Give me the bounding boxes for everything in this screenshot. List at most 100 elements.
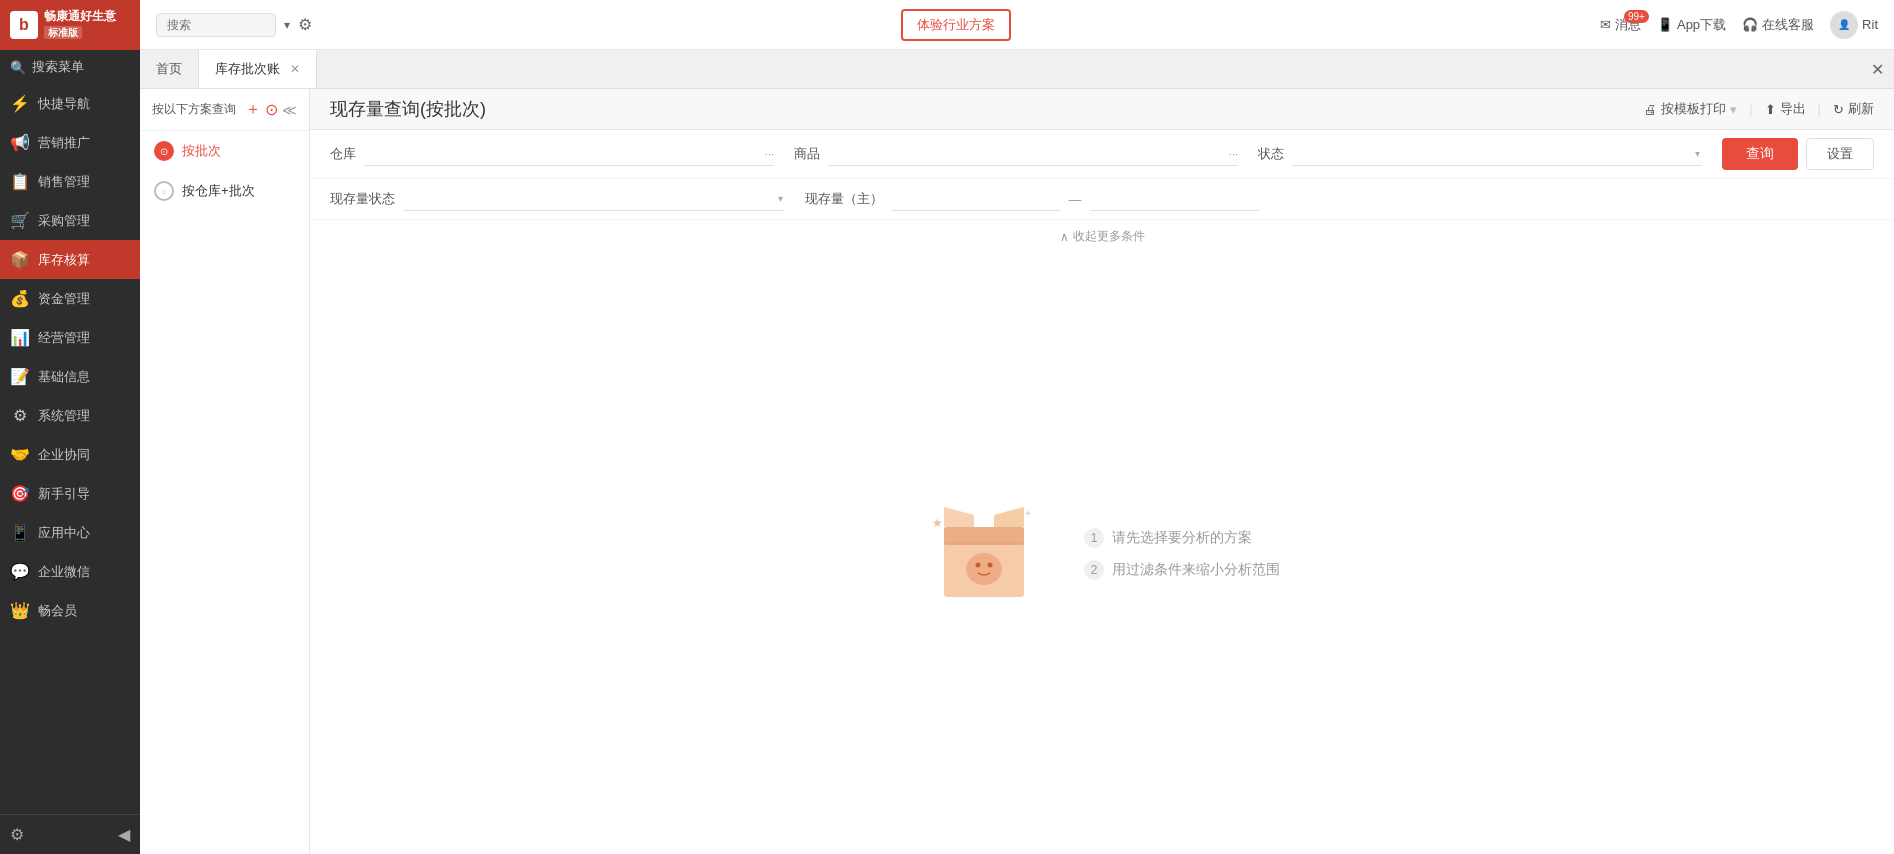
topbar-right: ✉ 消息 99+ 📱 App下载 🎧 在线客服 👤 Rit <box>1600 11 1878 39</box>
sidebar-item-basic-info[interactable]: 📝 基础信息 <box>0 357 140 396</box>
sidebar-item-sales[interactable]: 📋 销售管理 <box>0 162 140 201</box>
product-more[interactable]: ··· <box>1223 148 1238 160</box>
sidebar-search-item[interactable]: 🔍 搜索菜单 <box>0 50 140 84</box>
app-download-label: App下载 <box>1677 16 1726 34</box>
customer-service-label: 在线客服 <box>1762 16 1814 34</box>
sidebar-item-enterprise-collab[interactable]: 🤝 企业协同 <box>0 435 140 474</box>
print-dropdown-icon: ▾ <box>1730 102 1737 117</box>
members-icon: 👑 <box>10 601 30 620</box>
scheme-item-by-batch[interactable]: ⊙ 按批次 <box>140 131 309 171</box>
main-close-icon[interactable]: ✕ <box>1871 60 1884 79</box>
sidebar-item-system[interactable]: ⚙ 系统管理 <box>0 396 140 435</box>
warehouse-dropdown[interactable]: ··· <box>364 142 774 166</box>
sidebar-item-label: 采购管理 <box>38 212 90 230</box>
customer-service-item[interactable]: 🎧 在线客服 <box>1742 16 1814 34</box>
sidebar-item-label: 经营管理 <box>38 329 90 347</box>
left-panel-actions: ＋ ⊙ ≪ <box>245 99 297 120</box>
sidebar-item-label: 应用中心 <box>38 524 90 542</box>
sidebar-scroll: 🔍 搜索菜单 ⚡ 快捷导航 📢 营销推广 📋 销售管理 🛒 采购管理 📦 库存核… <box>0 50 140 814</box>
scheme-item-by-warehouse-batch[interactable]: ○ 按仓库+批次 <box>140 171 309 211</box>
sidebar-item-operations[interactable]: 📊 经营管理 <box>0 318 140 357</box>
empty-state-step-1: 1 请先选择要分析的方案 <box>1084 528 1252 548</box>
collapse-panel-btn[interactable]: ≪ <box>282 102 297 118</box>
product-dropdown[interactable]: ··· <box>828 142 1238 166</box>
marketing-icon: 📢 <box>10 133 30 152</box>
tab-home[interactable]: 首页 <box>140 50 199 88</box>
query-btn[interactable]: 查询 <box>1722 138 1798 170</box>
export-btn[interactable]: ⬆ 导出 <box>1765 100 1806 118</box>
divider: | <box>1749 102 1752 117</box>
warehouse-input[interactable] <box>364 142 759 165</box>
experience-btn[interactable]: 体验行业方案 <box>901 9 1011 41</box>
step1-text: 请先选择要分析的方案 <box>1112 529 1252 547</box>
enterprise-collab-icon: 🤝 <box>10 445 30 464</box>
step-number-2: 2 <box>1084 560 1104 580</box>
add-scheme-btn[interactable]: ＋ <box>245 99 261 120</box>
stock-status-select[interactable]: 全部 有库存 无库存 <box>403 187 785 210</box>
box-svg: ★ ✦ ✦ <box>924 497 1044 607</box>
tab-batch-stock[interactable]: 库存批次账 ✕ <box>199 50 317 88</box>
content-area: 按以下方案查询 ＋ ⊙ ≪ ⊙ 按批次 ○ 按仓库+批次 现存量查询(按批次) <box>140 89 1894 854</box>
sidebar-item-label: 库存核算 <box>38 251 90 269</box>
filter-row-2: 现存量状态 全部 有库存 无库存 ▾ 现存量（主） <box>310 179 1894 220</box>
user-avatar-item[interactable]: 👤 Rit <box>1830 11 1878 39</box>
sidebar-item-beginner[interactable]: 🎯 新手引导 <box>0 474 140 513</box>
settings-btn[interactable]: 设置 <box>1806 138 1874 170</box>
quick-nav-icon: ⚡ <box>10 94 30 113</box>
collapse-icon: ∧ <box>1060 230 1069 244</box>
sidebar-item-label: 销售管理 <box>38 173 90 191</box>
status-label: 状态 <box>1258 145 1292 163</box>
stock-status-dropdown[interactable]: 全部 有库存 无库存 ▾ <box>403 187 785 211</box>
tab-close-icon[interactable]: ✕ <box>290 62 300 76</box>
export-icon: ⬆ <box>1765 102 1776 117</box>
sidebar-item-members[interactable]: 👑 畅会员 <box>0 591 140 630</box>
sidebar-item-label: 系统管理 <box>38 407 90 425</box>
app-center-icon: 📱 <box>10 523 30 542</box>
phone-icon: 📱 <box>1657 17 1673 32</box>
collapse-more-btn[interactable]: ∧ 收起更多条件 <box>310 220 1894 253</box>
beginner-icon: 🎯 <box>10 484 30 503</box>
topbar-search-input[interactable] <box>156 13 276 37</box>
sidebar-item-purchase[interactable]: 🛒 采购管理 <box>0 201 140 240</box>
sales-icon: 📋 <box>10 172 30 191</box>
topbar-dropdown-btn[interactable]: ▾ <box>284 18 290 32</box>
empty-state-wrapper: ★ ✦ ✦ 1 请先选择要分析的方案 2 用过滤条件来缩小分析 <box>924 497 1280 610</box>
svg-point-4 <box>988 563 993 568</box>
sidebar-item-label: 新手引导 <box>38 485 90 503</box>
scheme-settings-btn[interactable]: ⊙ <box>265 100 278 119</box>
warehouse-more[interactable]: ··· <box>759 148 774 160</box>
sidebar-item-inventory[interactable]: 📦 库存核算 <box>0 240 140 279</box>
empty-state-content: 1 请先选择要分析的方案 2 用过滤条件来缩小分析范围 <box>1084 528 1280 580</box>
sidebar-item-app-center[interactable]: 📱 应用中心 <box>0 513 140 552</box>
sidebar-item-quick-nav[interactable]: ⚡ 快捷导航 <box>0 84 140 123</box>
sidebar-item-marketing[interactable]: 📢 营销推广 <box>0 123 140 162</box>
status-dropdown[interactable]: 全部 ▾ <box>1292 142 1702 166</box>
status-select[interactable]: 全部 <box>1292 142 1702 165</box>
stock-status-label: 现存量状态 <box>330 190 403 208</box>
sidebar-item-enterprise-wechat[interactable]: 💬 企业微信 <box>0 552 140 591</box>
collapse-sidebar-icon[interactable]: ◀ <box>118 825 130 844</box>
empty-illustration: ★ ✦ ✦ <box>924 497 1044 610</box>
sidebar-item-label: 营销推广 <box>38 134 90 152</box>
scheme-label: 按仓库+批次 <box>182 182 255 200</box>
svg-point-2 <box>966 553 1002 585</box>
print-template-btn[interactable]: 🖨 按模板打印 ▾ <box>1644 100 1737 118</box>
enterprise-wechat-icon: 💬 <box>10 562 30 581</box>
product-input[interactable] <box>828 142 1223 165</box>
topbar-gear-icon[interactable]: ⚙ <box>298 15 312 34</box>
app-download-item[interactable]: 📱 App下载 <box>1657 16 1726 34</box>
sidebar-item-label: 快捷导航 <box>38 95 90 113</box>
sidebar-item-finance[interactable]: 💰 资金管理 <box>0 279 140 318</box>
sidebar-header: b 畅康通好生意 标准版 <box>0 0 140 50</box>
stock-qty-from-input[interactable] <box>891 187 1061 211</box>
headset-icon: 🎧 <box>1742 17 1758 32</box>
messages-item[interactable]: ✉ 消息 99+ <box>1600 16 1641 34</box>
stock-qty-to-input[interactable] <box>1090 187 1260 211</box>
filter-warehouse: 仓库 ··· <box>330 142 774 166</box>
settings-footer-icon[interactable]: ⚙ <box>10 825 24 844</box>
refresh-btn[interactable]: ↻ 刷新 <box>1833 100 1874 118</box>
stock-qty-dash: — <box>1061 188 1090 211</box>
collapse-label: 收起更多条件 <box>1073 228 1145 245</box>
app-name: 畅康通好生意 <box>44 9 116 25</box>
tab-far-right: ✕ <box>1861 60 1894 79</box>
